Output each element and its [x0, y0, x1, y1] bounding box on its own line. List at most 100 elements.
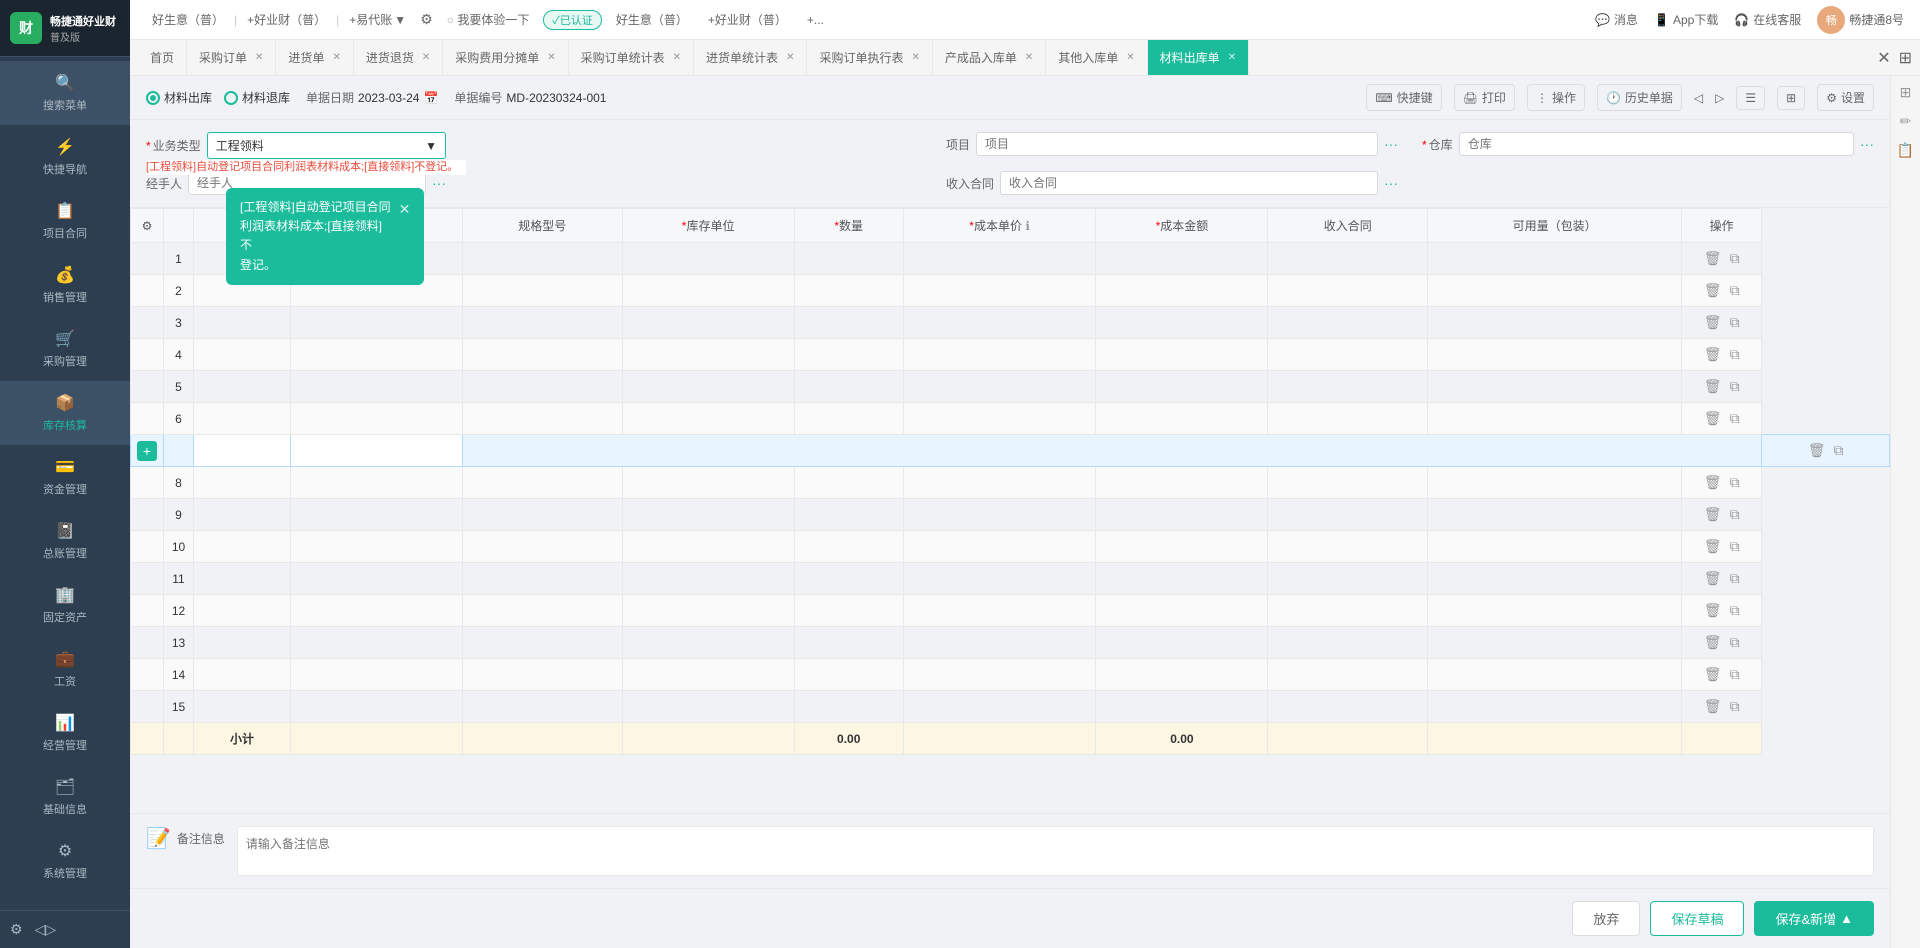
- tab-close-window[interactable]: ✕: [1877, 48, 1890, 68]
- row-cost-price[interactable]: [903, 307, 1096, 339]
- sidebar-item-system[interactable]: ⚙ 系统管理: [0, 829, 130, 893]
- tab-goods-return-close[interactable]: ✕: [422, 52, 430, 63]
- row-material[interactable]: [290, 595, 462, 627]
- right-panel-icon-1[interactable]: ⊞: [1900, 84, 1912, 101]
- shortcut-btn[interactable]: ⌨ 快捷键: [1366, 84, 1441, 111]
- row-quantity[interactable]: [794, 627, 903, 659]
- copy-icon[interactable]: ⧉: [1730, 410, 1740, 427]
- row-cost-price[interactable]: [903, 531, 1096, 563]
- sidebar-item-finance[interactable]: 💳 资金管理: [0, 445, 130, 509]
- row-available[interactable]: [1428, 595, 1682, 627]
- tab-purchase-order-close[interactable]: ✕: [255, 52, 263, 63]
- row-unit[interactable]: [622, 403, 794, 435]
- row-available[interactable]: [1428, 275, 1682, 307]
- experience-link[interactable]: ○ 我要体验一下: [441, 9, 536, 30]
- row-cost-price[interactable]: [903, 499, 1096, 531]
- delete-icon[interactable]: 🗑: [1704, 378, 1722, 395]
- copy-icon[interactable]: ⧉: [1730, 634, 1740, 651]
- settings-icon[interactable]: ⚙: [10, 921, 23, 938]
- row-project[interactable]: [194, 467, 291, 499]
- sidebar-item-shortcut[interactable]: ⚡ 快捷导航: [0, 125, 130, 189]
- row-material[interactable]: [290, 531, 462, 563]
- sidebar-item-sales[interactable]: 💰 销售管理: [0, 253, 130, 317]
- delete-icon[interactable]: 🗑: [1704, 538, 1722, 555]
- next-doc-icon[interactable]: ▷: [1715, 91, 1724, 105]
- handler-dots[interactable]: ···: [432, 175, 446, 191]
- copy-icon[interactable]: ⧉: [1730, 378, 1740, 395]
- collapse-icon[interactable]: ◁▷: [35, 921, 57, 938]
- tab-goods-return[interactable]: 进货退货 ✕: [354, 40, 443, 76]
- user-profile[interactable]: 畅 畅捷通8号: [1817, 6, 1904, 34]
- row-cost-amount[interactable]: [1096, 307, 1268, 339]
- row-cost-amount[interactable]: [1096, 243, 1268, 275]
- row-cost-price[interactable]: [903, 403, 1096, 435]
- copy-icon[interactable]: ⧉: [1730, 346, 1740, 363]
- tab-purchase-exec[interactable]: 采购订单执行表 ✕: [807, 40, 932, 76]
- tab-goods-receipt[interactable]: 进货单 ✕: [276, 40, 353, 76]
- row-quantity[interactable]: [794, 499, 903, 531]
- tab-goods-receipt-close[interactable]: ✕: [332, 52, 340, 63]
- row-project[interactable]: [194, 307, 291, 339]
- add-row-col1[interactable]: [194, 435, 291, 467]
- row-income-contract[interactable]: [1268, 307, 1428, 339]
- row-unit[interactable]: [622, 691, 794, 723]
- row-income-contract[interactable]: [1268, 595, 1428, 627]
- row-cost-price[interactable]: [903, 563, 1096, 595]
- save-draft-button[interactable]: 保存草稿: [1650, 901, 1744, 936]
- row-spec[interactable]: [462, 595, 622, 627]
- row-unit[interactable]: [622, 243, 794, 275]
- row-income-contract[interactable]: [1268, 467, 1428, 499]
- copy-icon[interactable]: ⧉: [1730, 666, 1740, 683]
- row-cost-amount[interactable]: [1096, 659, 1268, 691]
- row-unit[interactable]: [622, 563, 794, 595]
- row-unit[interactable]: [622, 659, 794, 691]
- tab-home[interactable]: 首页: [138, 40, 187, 76]
- tab-purchase-exec-close[interactable]: ✕: [911, 52, 919, 63]
- row-available[interactable]: [1428, 243, 1682, 275]
- row-project[interactable]: [194, 563, 291, 595]
- row-material[interactable]: [290, 371, 462, 403]
- delete-icon[interactable]: 🗑: [1704, 506, 1722, 523]
- row-material[interactable]: [290, 467, 462, 499]
- sidebar-item-inventory[interactable]: 📦 库存核算: [0, 381, 130, 445]
- row-project[interactable]: [194, 499, 291, 531]
- delete-icon[interactable]: 🗑: [1704, 346, 1722, 363]
- prev-doc-icon[interactable]: ◁: [1694, 91, 1703, 105]
- row-income-contract[interactable]: [1268, 531, 1428, 563]
- view-list-btn[interactable]: ☰: [1736, 86, 1765, 110]
- row-project[interactable]: [194, 691, 291, 723]
- tab-expand[interactable]: ⊞: [1899, 48, 1912, 68]
- row-unit[interactable]: [622, 371, 794, 403]
- row-project[interactable]: [194, 403, 291, 435]
- row-available[interactable]: [1428, 371, 1682, 403]
- row-income-contract[interactable]: [1268, 563, 1428, 595]
- row-cost-amount[interactable]: [1096, 627, 1268, 659]
- save-new-button[interactable]: 保存&新增 ▲: [1754, 901, 1874, 936]
- tab-purchase-stats-close[interactable]: ✕: [673, 52, 681, 63]
- right-panel-icon-3[interactable]: 📋: [1897, 142, 1914, 159]
- row-cost-amount[interactable]: [1096, 339, 1268, 371]
- delete-icon[interactable]: 🗑: [1704, 698, 1722, 715]
- remarks-textarea[interactable]: [237, 826, 1874, 876]
- sidebar-item-ledger[interactable]: 📓 总账管理: [0, 509, 130, 573]
- sidebar-item-operation[interactable]: 📊 经营管理: [0, 701, 130, 765]
- delete-icon[interactable]: 🗑: [1704, 282, 1722, 299]
- row-unit[interactable]: [622, 275, 794, 307]
- delete-icon[interactable]: 🗑: [1704, 570, 1722, 587]
- row-income-contract[interactable]: [1268, 499, 1428, 531]
- tab-material-out-close[interactable]: ✕: [1228, 52, 1236, 63]
- row-unit[interactable]: [622, 499, 794, 531]
- row-quantity[interactable]: [794, 563, 903, 595]
- tab-other-in-close[interactable]: ✕: [1126, 52, 1134, 63]
- row-cost-price[interactable]: [903, 243, 1096, 275]
- delete-icon[interactable]: 🗑: [1704, 666, 1722, 683]
- row-unit[interactable]: [622, 339, 794, 371]
- tab-other-in[interactable]: 其他入库单 ✕: [1046, 40, 1147, 76]
- nav-good-finance2[interactable]: +好业财（普）: [702, 9, 793, 30]
- row-cost-amount[interactable]: [1096, 403, 1268, 435]
- row-project[interactable]: [194, 627, 291, 659]
- tab-product-in[interactable]: 产成品入库单 ✕: [933, 40, 1046, 76]
- row-available[interactable]: [1428, 467, 1682, 499]
- row-quantity[interactable]: [794, 371, 903, 403]
- nav-more[interactable]: +...: [801, 11, 830, 29]
